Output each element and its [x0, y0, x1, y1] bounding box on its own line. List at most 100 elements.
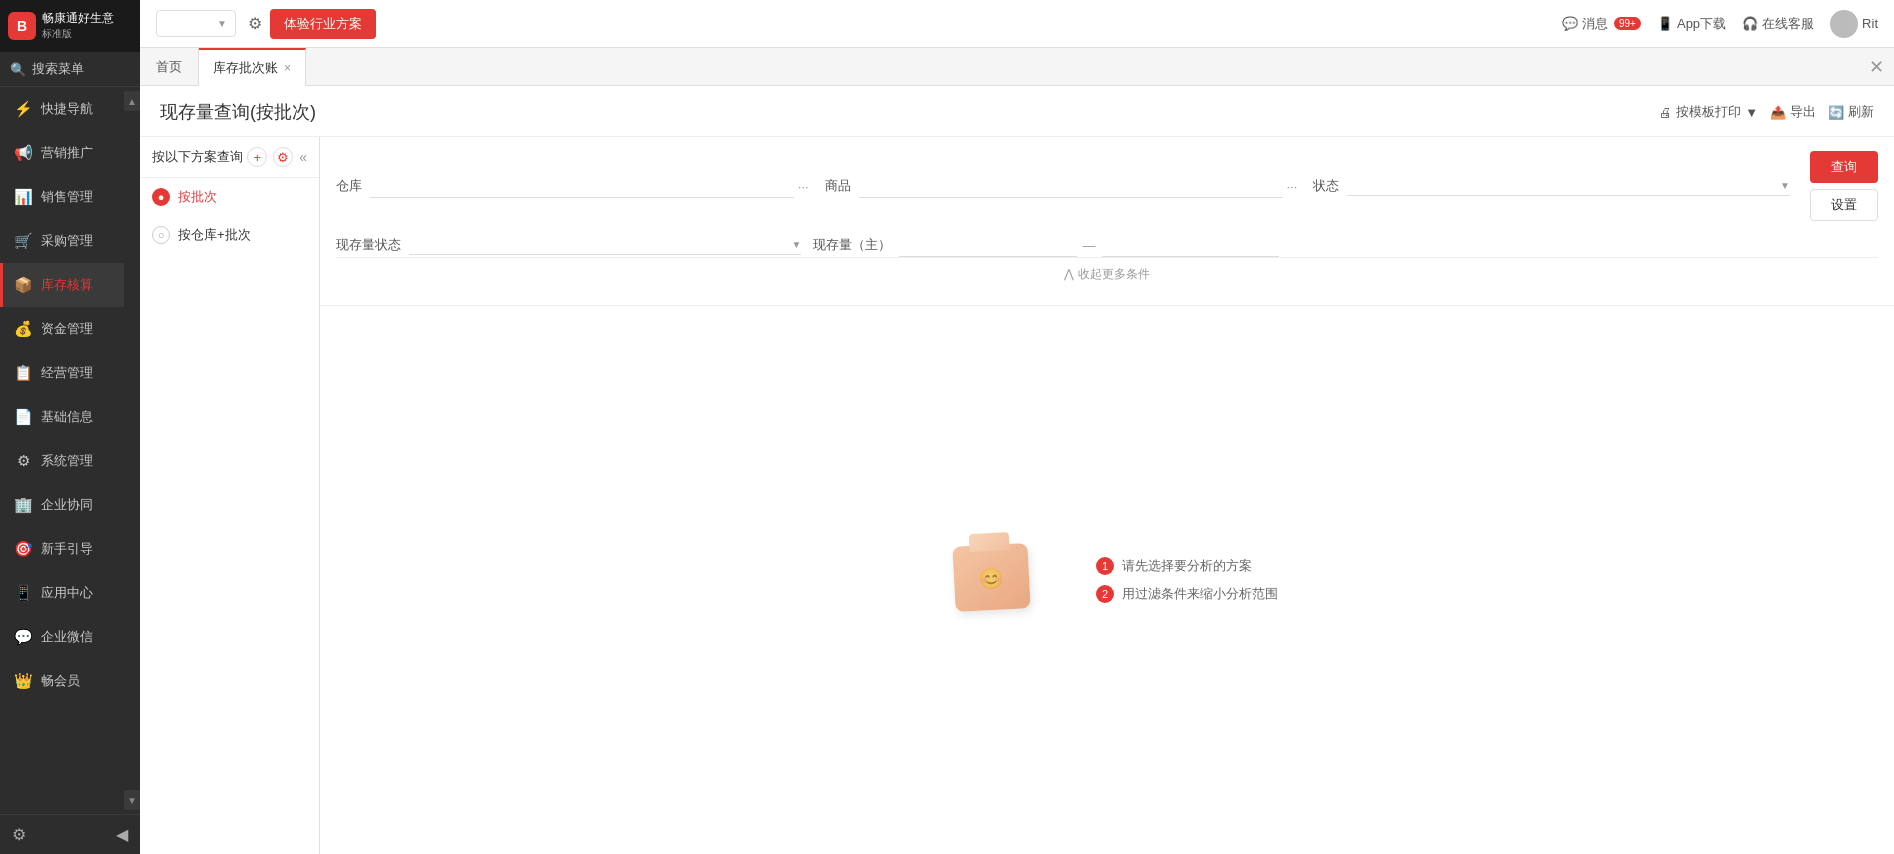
sidebar-item-wechat[interactable]: 💬 企业微信	[0, 615, 124, 659]
sidebar-search[interactable]: 🔍 搜索菜单	[0, 52, 140, 87]
messages-label: 消息	[1582, 15, 1608, 33]
finance-icon: 💰	[13, 319, 33, 339]
sidebar-item-system[interactable]: ⚙ 系统管理	[0, 439, 124, 483]
add-scheme-button[interactable]: +	[247, 147, 267, 167]
scheme-label: 按仓库+批次	[178, 226, 251, 244]
search-label: 搜索菜单	[32, 60, 84, 78]
product-input[interactable]	[859, 174, 1283, 198]
sidebar-item-label: 资金管理	[41, 320, 93, 338]
messages-group[interactable]: 💬 消息 99+	[1562, 15, 1641, 33]
stock-qty-field: 现存量（主） —	[813, 233, 1278, 257]
settings-footer-icon[interactable]: ⚙	[12, 825, 26, 844]
sidebar-item-inventory[interactable]: 📦 库存核算	[0, 263, 124, 307]
product-more-btn[interactable]: ···	[1283, 179, 1302, 194]
query-button[interactable]: 查询	[1810, 151, 1878, 183]
app-title-block: 畅康通好生意 标准版	[42, 11, 114, 41]
print-button[interactable]: 🖨 按模板打印 ▼	[1659, 103, 1758, 121]
sidebar-item-apps[interactable]: 📱 应用中心	[0, 571, 124, 615]
collapse-sidebar-icon[interactable]: ◀	[116, 825, 128, 844]
online-service-label: 在线客服	[1762, 15, 1814, 33]
tab-label: 库存批次账	[213, 59, 278, 77]
app-subtitle: 标准版	[42, 27, 114, 41]
sidebar-item-marketing[interactable]: 📢 营销推广	[0, 131, 124, 175]
app-download-group[interactable]: 📱 App下载	[1657, 15, 1726, 33]
sidebar-item-label: 销售管理	[41, 188, 93, 206]
collapse-panel-button[interactable]: «	[299, 149, 307, 165]
sidebar-item-member[interactable]: 👑 畅会员	[0, 659, 124, 703]
guide-icon: 🎯	[13, 539, 33, 559]
stock-status-label: 现存量状态	[336, 236, 401, 254]
sidebar-item-basic[interactable]: 📄 基础信息	[0, 395, 124, 439]
warehouse-input[interactable]	[370, 174, 794, 198]
stock-qty-dash: —	[1083, 238, 1096, 253]
sales-icon: 📊	[13, 187, 33, 207]
topbar-gear-icon[interactable]: ⚙	[248, 14, 262, 33]
sidebar-item-enterprise[interactable]: 🏢 企业协同	[0, 483, 124, 527]
sidebar-item-label: 营销推广	[41, 144, 93, 162]
main-area: ▼ ⚙ 体验行业方案 💬 消息 99+ 📱 App下载 🎧 在线客服 Rit	[140, 0, 1894, 854]
panel-header-actions: + ⚙ «	[247, 147, 307, 167]
search-icon: 🔍	[10, 62, 26, 77]
stock-qty-from-input[interactable]	[899, 233, 1076, 257]
scheme-settings-button[interactable]: ⚙	[273, 147, 293, 167]
topbar-selector[interactable]: ▼	[156, 10, 236, 37]
sidebar-item-label: 经营管理	[41, 364, 93, 382]
sidebar-item-guide[interactable]: 🎯 新手引导	[0, 527, 124, 571]
sidebar-item-finance[interactable]: 💰 资金管理	[0, 307, 124, 351]
sidebar-nav: ⚡ 快捷导航 📢 营销推广 📊 销售管理 🛒 采购管理 📦 库存核算 💰	[0, 87, 124, 814]
warehouse-more-btn[interactable]: ···	[794, 179, 813, 194]
filter-settings-button[interactable]: 设置	[1810, 189, 1878, 221]
message-icon: 💬	[1562, 16, 1578, 31]
sidebar-item-quick-nav[interactable]: ⚡ 快捷导航	[0, 87, 124, 131]
inventory-icon: 📦	[13, 275, 33, 295]
sidebar-item-purchase[interactable]: 🛒 采购管理	[0, 219, 124, 263]
user-group[interactable]: Rit	[1830, 10, 1878, 38]
filter-row-2: 现存量状态 ▼ 现存量（主） —	[336, 233, 1878, 257]
tab-home[interactable]: 首页	[140, 48, 199, 86]
online-service-group[interactable]: 🎧 在线客服	[1742, 15, 1814, 33]
sidebar-item-label: 系统管理	[41, 452, 93, 470]
status-label: 状态	[1313, 177, 1339, 195]
content-area: 现存量查询(按批次) 🖨 按模板打印 ▼ 📤 导出 🔄 刷新	[140, 86, 1894, 854]
scheme-active-icon: ●	[152, 188, 170, 206]
sidebar-item-label: 基础信息	[41, 408, 93, 426]
product-label: 商品	[825, 177, 851, 195]
tab-close-icon[interactable]: ×	[284, 61, 291, 75]
sidebar-item-operations[interactable]: 📋 经营管理	[0, 351, 124, 395]
status-select[interactable]: ▼	[1347, 176, 1790, 196]
messages-badge: 99+	[1614, 17, 1641, 30]
tip-1-text: 请先选择要分析的方案	[1122, 557, 1252, 575]
scroll-up-arrow[interactable]: ▲	[124, 91, 140, 111]
product-field: 商品 ···	[825, 174, 1302, 198]
refresh-icon: 🔄	[1828, 105, 1844, 120]
scheme-item-batch[interactable]: ● 按批次	[140, 178, 319, 216]
illustration-wrapper: 😊	[936, 520, 1056, 640]
panel-header-label: 按以下方案查询	[152, 148, 243, 166]
collapse-more-btn[interactable]: ⋀ 收起更多条件	[336, 257, 1878, 291]
sidebar-item-sales[interactable]: 📊 销售管理	[0, 175, 124, 219]
tab-inventory-batch[interactable]: 库存批次账 ×	[199, 48, 306, 86]
scroll-down-arrow[interactable]: ▼	[124, 790, 140, 810]
tip-2-num: 2	[1096, 585, 1114, 603]
operations-icon: 📋	[13, 363, 33, 383]
box-face-icon: 😊	[978, 565, 1004, 590]
export-button[interactable]: 📤 导出	[1770, 103, 1816, 121]
stock-status-select[interactable]: ▼	[409, 235, 801, 255]
collapse-label: 收起更多条件	[1078, 267, 1150, 281]
stock-qty-to-input[interactable]	[1102, 233, 1279, 257]
trial-button[interactable]: 体验行业方案	[270, 9, 376, 39]
marketing-icon: 📢	[13, 143, 33, 163]
close-panel-btn[interactable]: ✕	[1859, 48, 1894, 86]
filter-row-1: 仓库 ··· 商品 ···	[336, 151, 1878, 221]
tabbar: 首页 库存批次账 × ✕	[140, 48, 1894, 86]
stock-status-dropdown-icon: ▼	[791, 239, 801, 250]
sidebar-item-label: 企业协同	[41, 496, 93, 514]
enterprise-icon: 🏢	[13, 495, 33, 515]
avatar	[1830, 10, 1858, 38]
purchase-icon: 🛒	[13, 231, 33, 251]
sidebar-footer: ⚙ ◀	[0, 814, 140, 854]
print-dropdown-icon: ▼	[1745, 105, 1758, 120]
system-icon: ⚙	[13, 451, 33, 471]
refresh-button[interactable]: 🔄 刷新	[1828, 103, 1874, 121]
scheme-item-warehouse-batch[interactable]: ○ 按仓库+批次	[140, 216, 319, 254]
